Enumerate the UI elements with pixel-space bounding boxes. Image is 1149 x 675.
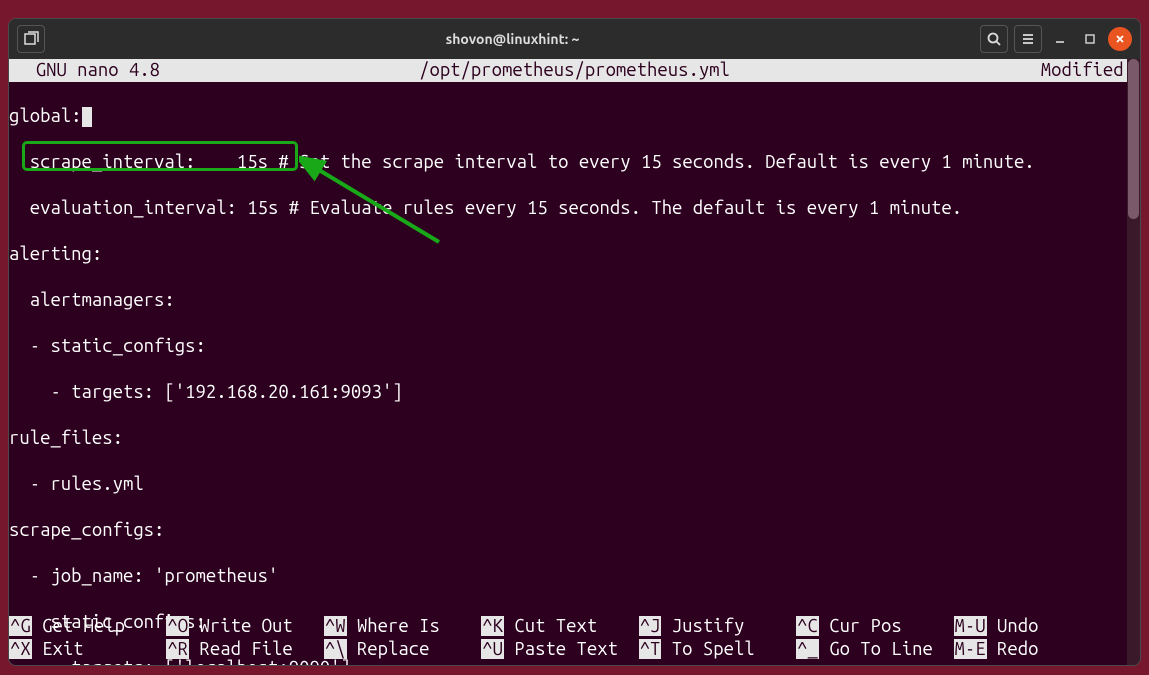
shortcut-item: M-E Redo <box>954 638 1039 661</box>
shortcut-row-2: ^X Exit ^R Read File ^\ Replace ^U Paste… <box>9 638 1126 661</box>
shortcut-row-1: ^G Get Help ^O Write Out ^W Where Is ^K … <box>9 615 1126 638</box>
yaml-line: global: <box>9 106 82 126</box>
shortcut-key: ^R <box>166 639 189 659</box>
yaml-line: scrape_configs: <box>9 519 1140 542</box>
yaml-line: alertmanagers: <box>9 289 1140 312</box>
terminal-area[interactable]: GNU nano 4.8 /opt/prometheus/prometheus.… <box>9 59 1140 665</box>
shortcut-key: ^T <box>639 639 662 659</box>
shortcut-key: ^J <box>639 616 662 636</box>
shortcut-item: ^X Exit <box>9 638 166 661</box>
menu-button[interactable] <box>1014 25 1042 53</box>
shortcut-item: ^O Write Out <box>166 615 323 638</box>
shortcut-key: ^U <box>481 639 504 659</box>
shortcut-label: Get Help <box>32 616 167 636</box>
yaml-line: - job_name: 'prometheus' <box>9 565 1140 588</box>
shortcut-label: Redo <box>987 639 1039 659</box>
shortcut-label: Read File <box>189 639 324 659</box>
yaml-line: rule_files: <box>9 427 1140 450</box>
titlebar: shovon@linuxhint: ~ <box>9 19 1140 59</box>
editor-content[interactable]: global: scrape_interval: 15s # Set the s… <box>9 82 1140 666</box>
shortcut-item: ^\ Replace <box>324 638 481 661</box>
close-button[interactable] <box>1108 27 1132 51</box>
nano-file-path: /opt/prometheus/prometheus.yml <box>9 59 1140 82</box>
shortcut-label: Write Out <box>189 616 324 636</box>
shortcut-label: Cut Text <box>504 616 639 636</box>
shortcut-key: ^\ <box>324 639 347 659</box>
window-title: shovon@linuxhint: ~ <box>446 31 580 47</box>
nano-header: GNU nano 4.8 /opt/prometheus/prometheus.… <box>9 59 1140 82</box>
shortcut-item: ^G Get Help <box>9 615 166 638</box>
yaml-line: - targets: ['192.168.20.161:9093'] <box>9 381 1140 404</box>
terminal-window: shovon@linuxhint: ~ GNU nano 4.8 /opt/pr… <box>8 18 1141 666</box>
cursor <box>82 107 92 127</box>
minimize-button[interactable] <box>1048 27 1072 51</box>
shortcut-key: ^G <box>9 616 32 636</box>
shortcut-key: ^K <box>481 616 504 636</box>
shortcut-label: Justify <box>661 616 796 636</box>
shortcut-item: M-U Undo <box>954 615 1039 638</box>
shortcut-label: Where Is <box>347 616 482 636</box>
yaml-line: - rules.yml <box>9 473 1140 496</box>
yaml-comment: # Evaluate rules every 15 seconds. The d… <box>289 198 962 218</box>
scrollbar-thumb[interactable] <box>1128 59 1139 219</box>
shortcut-item: ^R Read File <box>166 638 323 661</box>
shortcut-key: M-U <box>954 616 987 636</box>
shortcut-item: ^W Where Is <box>324 615 481 638</box>
shortcut-label: Go To Line <box>819 639 954 659</box>
yaml-line: evaluation_interval: 15s <box>9 198 289 218</box>
yaml-line: scrape_interval: 15s <box>9 152 278 172</box>
shortcut-key: ^W <box>324 616 347 636</box>
shortcut-label: Cur Pos <box>819 616 954 636</box>
shortcut-label: To Spell <box>661 639 796 659</box>
shortcut-label: Paste Text <box>504 639 639 659</box>
shortcut-item: ^T To Spell <box>639 638 796 661</box>
shortcut-key: ^O <box>166 616 189 636</box>
shortcut-item: ^C Cur Pos <box>796 615 953 638</box>
shortcut-key: ^_ <box>796 639 819 659</box>
shortcut-label: Undo <box>987 616 1039 636</box>
shortcut-item: ^K Cut Text <box>481 615 638 638</box>
maximize-button[interactable] <box>1078 27 1102 51</box>
shortcut-key: ^C <box>796 616 819 636</box>
yaml-line: - static_configs: <box>9 335 1140 358</box>
yaml-line: alerting: <box>9 243 1140 266</box>
nano-shortcuts: ^G Get Help ^O Write Out ^W Where Is ^K … <box>9 615 1126 661</box>
shortcut-item: ^U Paste Text <box>481 638 638 661</box>
shortcut-label: Replace <box>347 639 482 659</box>
yaml-comment: # Set the scrape interval to every 15 se… <box>278 152 1034 172</box>
scrollbar[interactable] <box>1127 59 1140 665</box>
shortcut-key: M-E <box>954 639 987 659</box>
search-button[interactable] <box>980 25 1008 53</box>
shortcut-label: Exit <box>32 639 167 659</box>
new-tab-button[interactable] <box>17 25 45 53</box>
shortcut-item: ^J Justify <box>639 615 796 638</box>
shortcut-key: ^X <box>9 639 32 659</box>
shortcut-item: ^_ Go To Line <box>796 638 953 661</box>
